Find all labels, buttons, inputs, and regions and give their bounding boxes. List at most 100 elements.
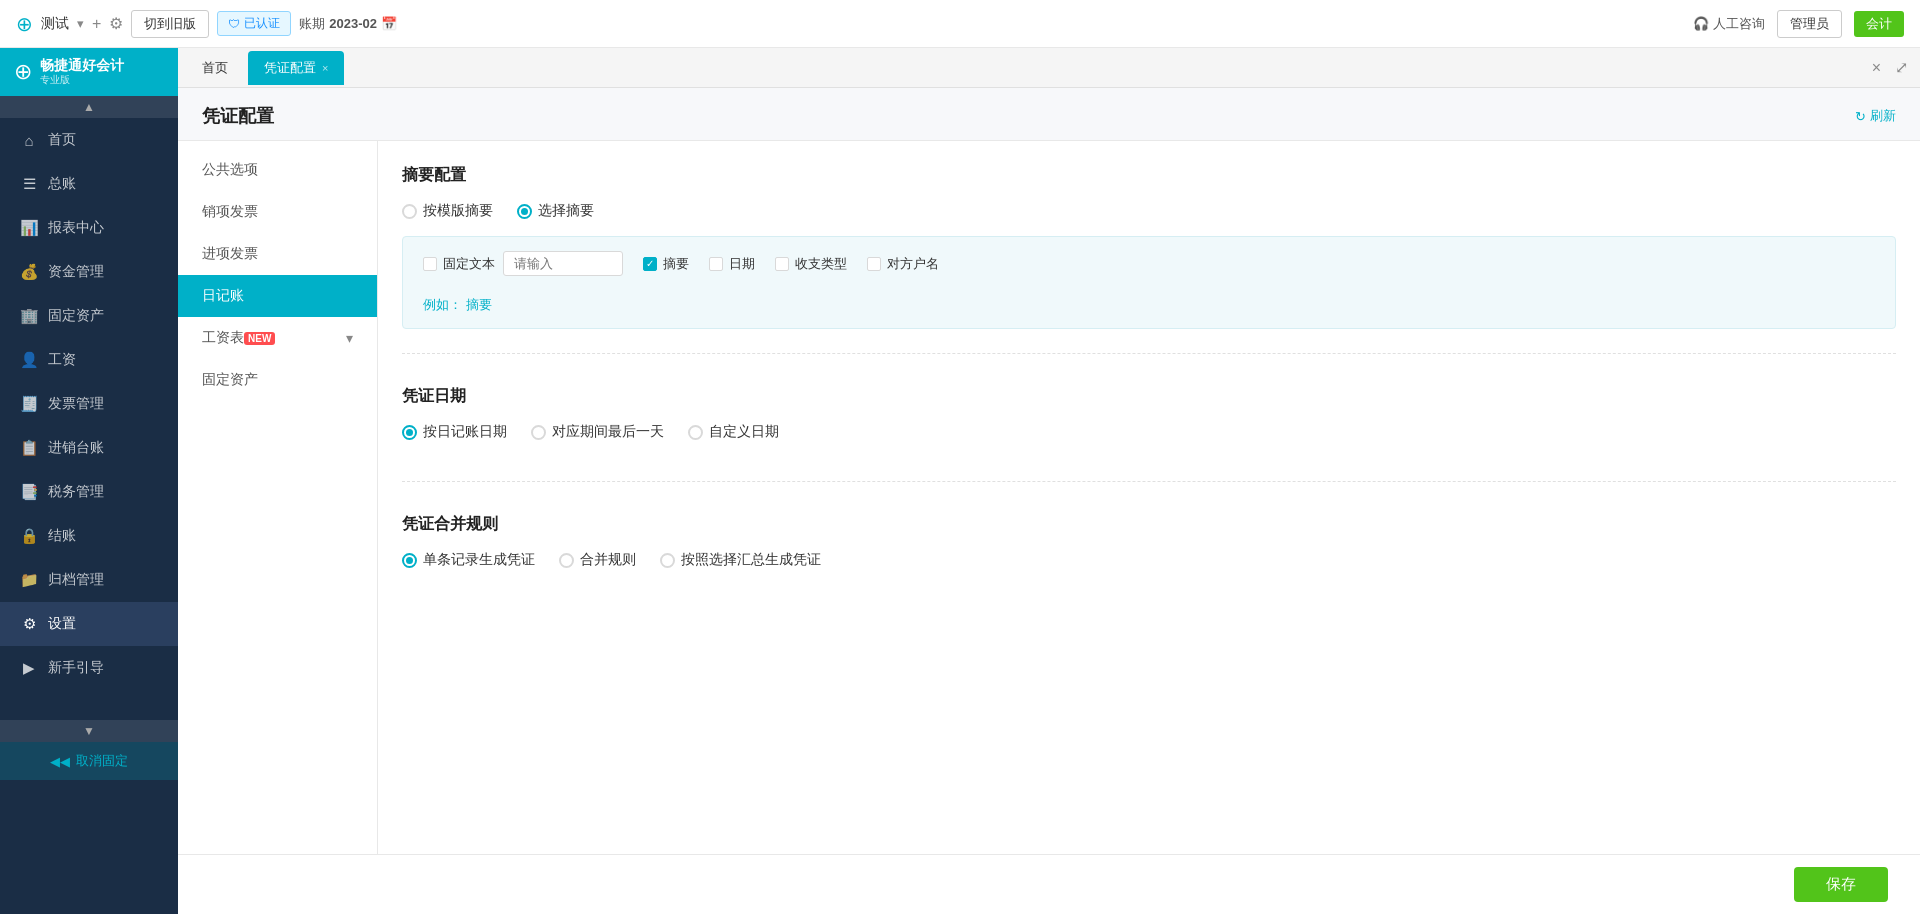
settings-sidebar-icon: ⚙	[20, 615, 38, 633]
checkbox-date-box	[709, 257, 723, 271]
summary-radio-group: 按模版摘要 选择摘要	[402, 202, 1896, 220]
left-nav-purchase-invoice[interactable]: 进项发票	[178, 233, 377, 275]
chevron-down-icon: ▾	[346, 330, 353, 346]
close-window-button[interactable]: ×	[1868, 54, 1885, 81]
tab-voucher-config[interactable]: 凭证配置 ×	[248, 51, 344, 85]
sidebar-item-archive[interactable]: 📁 归档管理	[0, 558, 178, 602]
radio-template-circle	[402, 204, 417, 219]
refresh-button[interactable]: ↻ 刷新	[1855, 107, 1896, 125]
radio-select-circle	[517, 204, 532, 219]
sales-ledger-icon: 📋	[20, 439, 38, 457]
assets-icon: 🏢	[20, 307, 38, 325]
invoice-mgmt-icon: 🧾	[20, 395, 38, 413]
checkbox-fixed-text[interactable]: 固定文本	[423, 255, 495, 273]
sidebar-item-guide[interactable]: ▶ 新手引导	[0, 646, 178, 690]
calendar-icon[interactable]: 📅	[381, 16, 397, 31]
radio-template-summary[interactable]: 按模版摘要	[402, 202, 493, 220]
voucher-date-radio-group: 按日记账日期 对应期间最后一天 自定义日期	[402, 423, 1896, 441]
consult-button[interactable]: 🎧 人工咨询	[1693, 15, 1765, 33]
left-nav-fixed-assets[interactable]: 固定资产	[178, 359, 377, 401]
tax-icon: 📑	[20, 483, 38, 501]
voucher-date-title: 凭证日期	[402, 386, 1896, 407]
home-icon: ⌂	[20, 132, 38, 149]
workspace-name: 测试	[41, 15, 69, 33]
left-nav: 公共选项 销项发票 进项发票 日记账 工资表 NEW ▾	[178, 141, 378, 854]
checkbox-summary[interactable]: ✓ 摘要	[643, 255, 689, 273]
checkbox-date[interactable]: 日期	[709, 255, 755, 273]
tab-right-actions: × ⤢	[1868, 54, 1912, 81]
page-header: 凭证配置 ↻ 刷新	[178, 88, 1920, 141]
sidebar-item-tax[interactable]: 📑 税务管理	[0, 470, 178, 514]
sidebar-item-funds[interactable]: 💰 资金管理	[0, 250, 178, 294]
headset-icon: 🎧	[1693, 16, 1709, 31]
expand-window-button[interactable]: ⤢	[1891, 54, 1912, 81]
sidebar-item-sales-ledger[interactable]: 📋 进销台账	[0, 426, 178, 470]
checkbox-summary-box: ✓	[643, 257, 657, 271]
sidebar: ⊕ 畅捷通好会计 专业版 ▲ ⌂ 首页 ☰ 总账 📊 报表中心 💰 资金管理 🏢…	[0, 48, 178, 914]
summary-config-box: 固定文本 ✓ 摘要 日期	[402, 236, 1896, 329]
sidebar-item-assets[interactable]: 🏢 固定资产	[0, 294, 178, 338]
pin-left-icon: ◀◀	[50, 754, 70, 769]
bottom-bar: 保存	[178, 854, 1920, 914]
example-text: 例如： 摘要	[423, 297, 492, 312]
radio-custom-date[interactable]: 自定义日期	[688, 423, 779, 441]
radio-journal-date[interactable]: 按日记账日期	[402, 423, 507, 441]
switch-old-button[interactable]: 切到旧版	[131, 10, 209, 38]
checkbox-cashflow[interactable]: 收支类型	[775, 255, 847, 273]
left-nav-payroll[interactable]: 工资表 NEW ▾	[178, 317, 377, 359]
topbar-left: ⊕ 测试 ▾ + ⚙ 切到旧版 🛡 已认证 账期 2023-02 📅	[16, 10, 397, 38]
tab-bar: 首页 凭证配置 × × ⤢	[178, 48, 1920, 88]
topbar: ⊕ 测试 ▾ + ⚙ 切到旧版 🛡 已认证 账期 2023-02 📅 🎧 人工咨…	[0, 0, 1920, 48]
sidebar-scroll-up[interactable]: ▲	[0, 96, 178, 118]
radio-custom-date-circle	[688, 425, 703, 440]
add-icon[interactable]: +	[92, 15, 101, 33]
workspace-dropdown-icon[interactable]: ▾	[77, 16, 84, 31]
checkbox-counterparty[interactable]: 对方户名	[867, 255, 939, 273]
new-badge: NEW	[244, 332, 275, 345]
logo-mark: ⊕	[14, 59, 32, 85]
logo-icon: ⊕	[16, 12, 33, 36]
topbar-right: 🎧 人工咨询 管理员 会计	[1693, 10, 1904, 38]
page-content: 凭证配置 ↻ 刷新 公共选项 销项发票 进项发票	[178, 88, 1920, 914]
left-nav-journal[interactable]: 日记账	[178, 275, 377, 317]
certified-badge: 🛡 已认证	[217, 11, 291, 36]
radio-summary-gen-circle	[660, 553, 675, 568]
sidebar-logo: ⊕ 畅捷通好会计 专业版	[0, 48, 178, 96]
manager-button[interactable]: 管理员	[1777, 10, 1842, 38]
summary-config-section: 摘要配置 按模版摘要 选择摘要	[402, 165, 1896, 354]
radio-merge-rule[interactable]: 合并规则	[559, 551, 636, 569]
sidebar-scroll-down[interactable]: ▼	[0, 720, 178, 742]
tab-close-icon[interactable]: ×	[322, 62, 328, 74]
sidebar-item-settings[interactable]: ⚙ 设置	[0, 602, 178, 646]
settings-icon[interactable]: ⚙	[109, 14, 123, 33]
voucher-merge-title: 凭证合并规则	[402, 514, 1896, 535]
page-title: 凭证配置	[202, 104, 274, 128]
voucher-merge-radio-group: 单条记录生成凭证 合并规则 按照选择汇总生成凭证	[402, 551, 1896, 569]
voucher-merge-section: 凭证合并规则 单条记录生成凭证 合并规则	[402, 514, 1896, 609]
sidebar-item-reports[interactable]: 📊 报表中心	[0, 206, 178, 250]
left-nav-public[interactable]: 公共选项	[178, 149, 377, 191]
checkbox-cashflow-box	[775, 257, 789, 271]
ledger-icon: ☰	[20, 175, 38, 193]
radio-journal-date-circle	[402, 425, 417, 440]
shield-icon: 🛡	[228, 17, 240, 31]
accountant-button[interactable]: 会计	[1854, 11, 1904, 37]
radio-select-summary[interactable]: 选择摘要	[517, 202, 594, 220]
voucher-date-section: 凭证日期 按日记账日期 对应期间最后一天	[402, 386, 1896, 482]
fixed-text-group: 固定文本	[423, 251, 623, 276]
tab-home[interactable]: 首页	[186, 51, 244, 85]
sidebar-item-invoice-mgmt[interactable]: 🧾 发票管理	[0, 382, 178, 426]
fixed-text-input[interactable]	[503, 251, 623, 276]
cancel-fixed-button[interactable]: ◀◀ 取消固定	[0, 742, 178, 780]
radio-single-record[interactable]: 单条记录生成凭证	[402, 551, 535, 569]
sidebar-item-ledger[interactable]: ☰ 总账	[0, 162, 178, 206]
radio-summary-gen[interactable]: 按照选择汇总生成凭证	[660, 551, 821, 569]
sidebar-item-closing[interactable]: 🔒 结账	[0, 514, 178, 558]
sidebar-item-wages[interactable]: 👤 工资	[0, 338, 178, 382]
radio-period-last[interactable]: 对应期间最后一天	[531, 423, 664, 441]
save-button[interactable]: 保存	[1794, 867, 1888, 902]
sidebar-item-home[interactable]: ⌂ 首页	[0, 118, 178, 162]
refresh-icon: ↻	[1855, 109, 1866, 124]
left-nav-sales-invoice[interactable]: 销项发票	[178, 191, 377, 233]
right-content: 摘要配置 按模版摘要 选择摘要	[378, 141, 1920, 854]
